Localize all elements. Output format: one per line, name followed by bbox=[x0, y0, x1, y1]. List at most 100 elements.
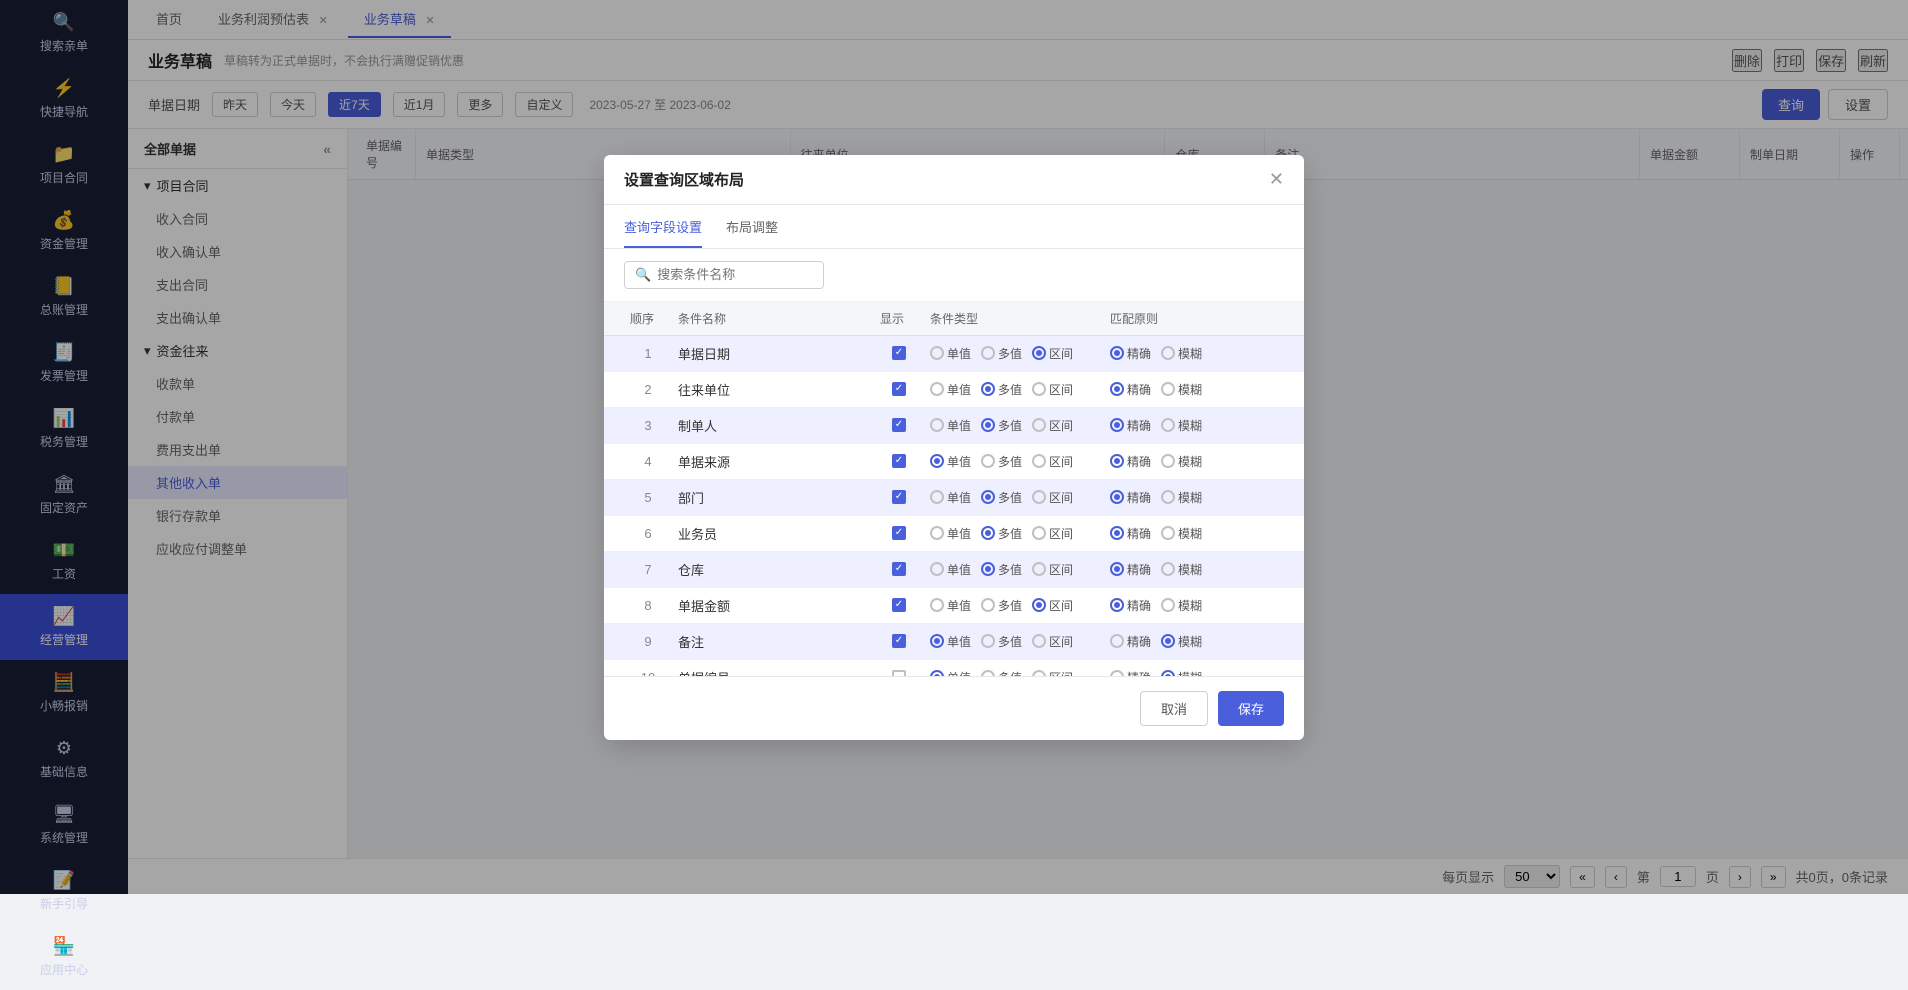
mth-match: 匹配原则 bbox=[1104, 302, 1284, 335]
row4-type: 单值 多值 区间 bbox=[924, 445, 1104, 478]
row6-type-multiple[interactable]: 多值 bbox=[981, 525, 1022, 542]
row3-type-multiple[interactable]: 多值 bbox=[981, 417, 1022, 434]
row6-type: 单值 多值 区间 bbox=[924, 517, 1104, 550]
row7-type-multiple[interactable]: 多值 bbox=[981, 561, 1022, 578]
row4-checkbox[interactable]: ✓ bbox=[892, 454, 906, 468]
row10-type-multiple[interactable]: 多值 bbox=[981, 669, 1022, 676]
row1-checkbox[interactable]: ✓ bbox=[892, 346, 906, 360]
row4-show[interactable]: ✓ bbox=[874, 446, 924, 476]
row8-show[interactable]: ✓ bbox=[874, 590, 924, 620]
row10-type-single[interactable]: 单值 bbox=[930, 669, 971, 676]
row6-match-fuzzy[interactable]: 模糊 bbox=[1161, 525, 1202, 542]
row9-type-multiple[interactable]: 多值 bbox=[981, 633, 1022, 650]
row4-type-range[interactable]: 区间 bbox=[1032, 453, 1073, 470]
row1-show[interactable]: ✓ bbox=[874, 338, 924, 368]
modal-overlay: 设置查询区域布局 ✕ 查询字段设置 布局调整 🔍 顺序 条件名称 显示 条件类型 bbox=[0, 0, 1908, 894]
mth-seq: 顺序 bbox=[624, 302, 672, 335]
row4-type-multiple[interactable]: 多值 bbox=[981, 453, 1022, 470]
row4-match-fuzzy[interactable]: 模糊 bbox=[1161, 453, 1202, 470]
row6-match: 精确 模糊 bbox=[1104, 517, 1284, 550]
row5-checkbox[interactable]: ✓ bbox=[892, 490, 906, 504]
row2-name: 往来单位 bbox=[672, 372, 874, 407]
sidebar-item-appstore[interactable]: 🏪 应用中心 bbox=[0, 924, 128, 990]
row1-name: 单据日期 bbox=[672, 336, 874, 371]
row3-match-exact[interactable]: 精确 bbox=[1110, 417, 1151, 434]
row7-seq: 7 bbox=[624, 554, 672, 585]
row10-match-exact[interactable]: 精确 bbox=[1110, 669, 1151, 676]
row8-type-range[interactable]: 区间 bbox=[1032, 597, 1073, 614]
save-confirm-button[interactable]: 保存 bbox=[1218, 691, 1284, 726]
row3-type-range[interactable]: 区间 bbox=[1032, 417, 1073, 434]
row2-match-exact[interactable]: 精确 bbox=[1110, 381, 1151, 398]
row2-type-multiple[interactable]: 多值 bbox=[981, 381, 1022, 398]
row5-match-fuzzy[interactable]: 模糊 bbox=[1161, 489, 1202, 506]
modal-tab-field-settings[interactable]: 查询字段设置 bbox=[624, 217, 702, 248]
row7-show[interactable]: ✓ bbox=[874, 554, 924, 584]
row2-checkbox[interactable]: ✓ bbox=[892, 382, 906, 396]
row3-show[interactable]: ✓ bbox=[874, 410, 924, 440]
row5-type-single[interactable]: 单值 bbox=[930, 489, 971, 506]
row10-show[interactable] bbox=[874, 662, 924, 676]
row7-checkbox[interactable]: ✓ bbox=[892, 562, 906, 576]
row9-type-single[interactable]: 单值 bbox=[930, 633, 971, 650]
row5-name: 部门 bbox=[672, 480, 874, 515]
row3-match-fuzzy[interactable]: 模糊 bbox=[1161, 417, 1202, 434]
row3-checkbox[interactable]: ✓ bbox=[892, 418, 906, 432]
row2-type-range[interactable]: 区间 bbox=[1032, 381, 1073, 398]
row6-type-single[interactable]: 单值 bbox=[930, 525, 971, 542]
table-row: 10 单据编号 单值 多值 区间 bbox=[604, 660, 1304, 676]
row5-match-exact[interactable]: 精确 bbox=[1110, 489, 1151, 506]
row8-type-single[interactable]: 单值 bbox=[930, 597, 971, 614]
row1-type-range[interactable]: 区间 bbox=[1032, 345, 1073, 362]
row2-match: 精确 模糊 bbox=[1104, 373, 1284, 406]
row8-match-fuzzy[interactable]: 模糊 bbox=[1161, 597, 1202, 614]
row3-name: 制单人 bbox=[672, 408, 874, 443]
row8-type-multiple[interactable]: 多值 bbox=[981, 597, 1022, 614]
row6-checkbox[interactable]: ✓ bbox=[892, 526, 906, 540]
modal-tab-field-label: 查询字段设置 bbox=[624, 220, 702, 235]
row7-match-exact[interactable]: 精确 bbox=[1110, 561, 1151, 578]
row5-type-multiple[interactable]: 多值 bbox=[981, 489, 1022, 506]
row1-match-exact[interactable]: 精确 bbox=[1110, 345, 1151, 362]
row6-match-exact[interactable]: 精确 bbox=[1110, 525, 1151, 542]
row4-type-single[interactable]: 单值 bbox=[930, 453, 971, 470]
row9-show[interactable]: ✓ bbox=[874, 626, 924, 656]
row1-match-fuzzy[interactable]: 模糊 bbox=[1161, 345, 1202, 362]
row8-checkbox[interactable]: ✓ bbox=[892, 598, 906, 612]
modal-tab-layout[interactable]: 布局调整 bbox=[726, 217, 778, 248]
row1-type: 单值 多值 区间 bbox=[924, 337, 1104, 370]
row9-match-fuzzy[interactable]: 模糊 bbox=[1161, 633, 1202, 650]
row6-type-range[interactable]: 区间 bbox=[1032, 525, 1073, 542]
row7-type-single[interactable]: 单值 bbox=[930, 561, 971, 578]
row10-type-range[interactable]: 区间 bbox=[1032, 669, 1073, 676]
row2-show[interactable]: ✓ bbox=[874, 374, 924, 404]
row5-show[interactable]: ✓ bbox=[874, 482, 924, 512]
row1-type-multiple[interactable]: 多值 bbox=[981, 345, 1022, 362]
row5-seq: 5 bbox=[624, 482, 672, 513]
row3-type: 单值 多值 区间 bbox=[924, 409, 1104, 442]
row9-type-range[interactable]: 区间 bbox=[1032, 633, 1073, 650]
row1-type-single[interactable]: 单值 bbox=[930, 345, 971, 362]
cancel-button[interactable]: 取消 bbox=[1140, 691, 1208, 726]
row10-match: 精确 模糊 bbox=[1104, 661, 1284, 676]
row10-type: 单值 多值 区间 bbox=[924, 661, 1104, 676]
row2-match-fuzzy[interactable]: 模糊 bbox=[1161, 381, 1202, 398]
condition-search-input[interactable] bbox=[657, 267, 813, 282]
table-row: 8 单据金额 ✓ 单值 多值 区间 bbox=[604, 588, 1304, 624]
modal-header: 设置查询区域布局 ✕ bbox=[604, 155, 1304, 205]
row2-type-single[interactable]: 单值 bbox=[930, 381, 971, 398]
row7-match-fuzzy[interactable]: 模糊 bbox=[1161, 561, 1202, 578]
row3-type-single[interactable]: 单值 bbox=[930, 417, 971, 434]
row2-type: 单值 多值 区间 bbox=[924, 373, 1104, 406]
row10-match-fuzzy[interactable]: 模糊 bbox=[1161, 669, 1202, 676]
table-row: 3 制单人 ✓ 单值 多值 区间 bbox=[604, 408, 1304, 444]
row5-type-range[interactable]: 区间 bbox=[1032, 489, 1073, 506]
modal-close-button[interactable]: ✕ bbox=[1269, 169, 1284, 190]
row4-match-exact[interactable]: 精确 bbox=[1110, 453, 1151, 470]
row7-type-range[interactable]: 区间 bbox=[1032, 561, 1073, 578]
row6-show[interactable]: ✓ bbox=[874, 518, 924, 548]
row9-match-exact[interactable]: 精确 bbox=[1110, 633, 1151, 650]
row8-match-exact[interactable]: 精确 bbox=[1110, 597, 1151, 614]
row7-match: 精确 模糊 bbox=[1104, 553, 1284, 586]
row9-checkbox[interactable]: ✓ bbox=[892, 634, 906, 648]
